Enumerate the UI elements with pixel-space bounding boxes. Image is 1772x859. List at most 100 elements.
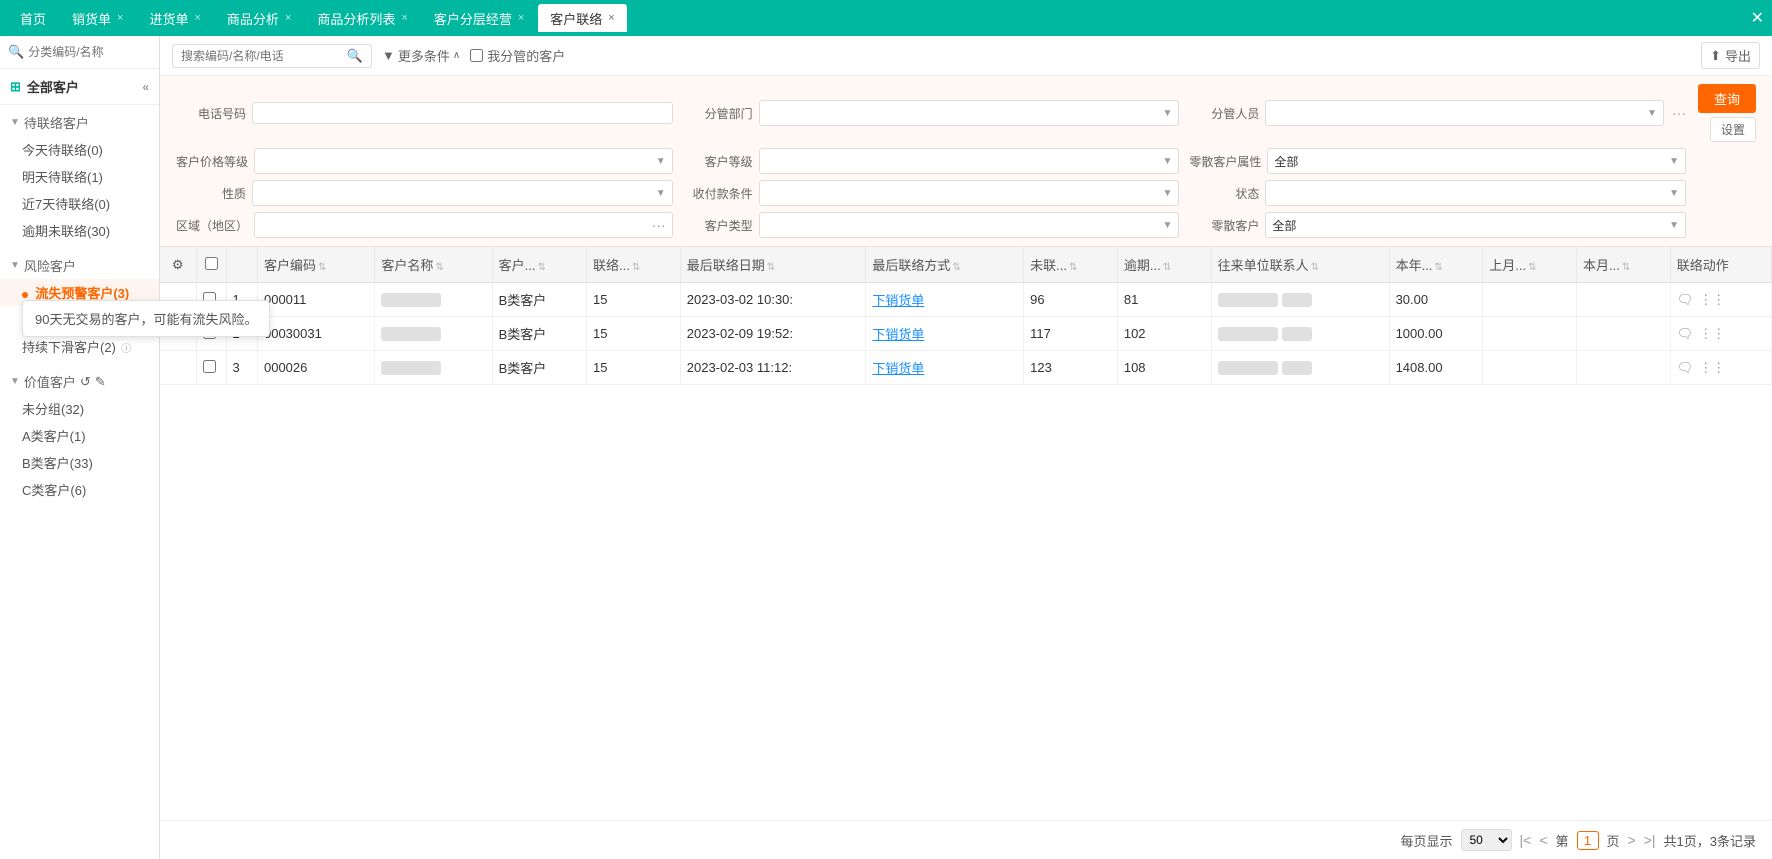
th-this-year[interactable]: 本年...⇅ [1389,247,1483,283]
my-customers-checkbox[interactable]: 我分管的客户 [470,46,565,65]
sidebar-search-input[interactable] [28,45,151,59]
sidebar-item-7days[interactable]: 近7天待联络(0) [0,190,159,217]
more-icon[interactable]: ⋮⋮ [1699,360,1725,376]
sidebar-item-today[interactable]: 今天待联络(0) [0,136,159,163]
payment-select[interactable]: ▼ [759,180,1180,206]
close-customer-tier-icon[interactable]: × [518,12,524,24]
row-checkbox[interactable] [203,360,216,373]
th-check[interactable] [196,247,226,283]
close-purchase-icon[interactable]: × [194,12,200,24]
tab-product-analysis[interactable]: 商品分析 × [215,4,303,32]
search-execute-icon[interactable]: 🔍 [347,48,363,64]
td-name [375,317,492,351]
sidebar-item-tomorrow[interactable]: 明天待联络(1) [0,163,159,190]
td-last-method[interactable]: 下销货单 [866,283,1024,317]
th-this-month[interactable]: 本月...⇅ [1577,247,1671,283]
th-overdue[interactable]: 逾期...⇅ [1117,247,1211,283]
tab-product-list[interactable]: 商品分析列表 × [305,4,419,32]
zero-attr-value: 全部 [1274,153,1298,170]
th-last-date[interactable]: 最后联络日期⇅ [680,247,866,283]
contact-icon[interactable]: 🗨 [1677,326,1694,342]
filter-actions: 查询 设置 [1696,84,1756,142]
th-code[interactable]: 客户编码⇅ [257,247,374,283]
td-type: B类客户 [492,283,586,317]
status-select[interactable]: ▼ [1265,180,1686,206]
total-label: 共1页，3条记录 [1664,831,1756,850]
th-last-month[interactable]: 上月...⇅ [1483,247,1577,283]
tab-purchase[interactable]: 进货单 × [137,4,212,32]
top-tab-bar: 首页 销货单 × 进货单 × 商品分析 × 商品分析列表 × 客户分层经营 × … [0,0,1772,36]
manager-select[interactable]: ▼ [1265,100,1664,126]
tab-customer-contact[interactable]: 客户联络 × [538,4,626,32]
edit-icon-value[interactable]: ✎ [95,374,106,390]
more-icon[interactable]: ⋮⋮ [1699,292,1725,308]
td-check[interactable] [196,351,226,385]
phone-input[interactable] [252,102,673,124]
td-contact: 15 [587,351,681,385]
close-product-analysis-icon[interactable]: × [285,12,291,24]
nature-select[interactable]: ▼ [252,180,673,206]
sidebar-all-customers[interactable]: ⊞ 全部客户 « [0,69,159,105]
more-conditions-button[interactable]: ▼ 更多条件 ∧ [382,46,460,65]
tab-home[interactable]: 首页 [8,4,58,32]
sidebar-group-value-title[interactable]: ▼ 价值客户 ↺ ✎ [0,368,159,395]
filter-bar: 🔍 ▼ 更多条件 ∧ 我分管的客户 ⬆ 导出 [160,36,1772,76]
sidebar-item-class-a[interactable]: A类客户(1) [0,422,159,449]
per-page-select[interactable]: 50 100 200 [1461,829,1512,851]
th-contact[interactable]: 联络...⇅ [587,247,681,283]
th-unit-contact[interactable]: 往来单位联系人⇅ [1211,247,1389,283]
sidebar-group-pending-title[interactable]: ▼ 待联络客户 [0,109,159,136]
zero-attr-select[interactable]: 全部 ▼ [1267,148,1686,174]
sidebar-group-risk-title[interactable]: ▼ 风险客户 [0,252,159,279]
td-uncontact: 96 [1024,283,1118,317]
tab-customer-tier[interactable]: 客户分层经营 × [422,4,536,32]
settings-button[interactable]: 设置 [1710,117,1756,142]
price-level-arrow: ▼ [656,156,666,167]
table-row: 1 000011 B类客户 15 2023-03-02 10:30: 下销货单 … [160,283,1772,317]
sidebar-item-class-b[interactable]: B类客户(33) [0,449,159,476]
th-name[interactable]: 客户名称⇅ [375,247,492,283]
contact-icon[interactable]: 🗨 [1677,360,1694,376]
th-type[interactable]: 客户...⇅ [492,247,586,283]
nature-arrow: ▼ [656,188,666,199]
window-close-button[interactable]: ✕ [1751,8,1764,28]
my-customers-check[interactable] [470,49,483,62]
page-number[interactable]: 1 [1577,831,1599,850]
sidebar-item-declining[interactable]: 持续下滑客户(2) ⓘ [0,333,159,360]
customer-level-select[interactable]: ▼ [759,148,1180,174]
tab-customer-contact-label: 客户联络 [550,9,602,28]
manager-ellipsis[interactable]: ··· [1672,105,1686,121]
close-customer-contact-icon[interactable]: × [608,12,614,24]
td-last-method[interactable]: 下销货单 [866,351,1024,385]
th-last-method[interactable]: 最后联络方式⇅ [866,247,1024,283]
more-icon[interactable]: ⋮⋮ [1699,326,1725,342]
per-page-label: 每页显示 [1400,831,1452,850]
page-next-btn[interactable]: > [1628,832,1636,848]
close-product-list-icon[interactable]: × [401,12,407,24]
contact-icon[interactable]: 🗨 [1677,292,1694,308]
page-prev-btn[interactable]: < [1539,832,1547,848]
page-last-btn[interactable]: >| [1644,832,1656,848]
th-uncontact[interactable]: 未联...⇅ [1024,247,1118,283]
td-code: 00030031 [257,317,374,351]
page-first-btn[interactable]: |< [1520,832,1532,848]
sidebar-item-ungrouped[interactable]: 未分组(32) [0,395,159,422]
sidebar-item-class-c[interactable]: C类客户(6) [0,476,159,503]
zero-customer-value: 全部 [1272,217,1296,234]
dept-select[interactable]: ▼ [759,100,1180,126]
close-sales-icon[interactable]: × [117,12,123,24]
customer-type-select[interactable]: ▼ [759,212,1180,238]
zero-customer-select[interactable]: 全部 ▼ [1265,212,1686,238]
sidebar-item-overdue[interactable]: 逾期未联络(30) [0,217,159,244]
td-last-method[interactable]: 下销货单 [866,317,1024,351]
main-search-input[interactable] [181,49,343,63]
tab-sales[interactable]: 销货单 × [60,4,135,32]
select-all-checkbox[interactable] [205,257,218,270]
price-level-select[interactable]: ▼ [254,148,673,174]
export-button[interactable]: ⬆ 导出 [1701,42,1760,69]
refresh-icon-value[interactable]: ↺ [80,374,91,390]
region-select[interactable]: ··· [254,212,673,238]
query-button[interactable]: 查询 [1698,84,1756,113]
region-ellipsis[interactable]: ··· [652,217,666,233]
th-settings[interactable]: ⚙ [160,247,196,283]
